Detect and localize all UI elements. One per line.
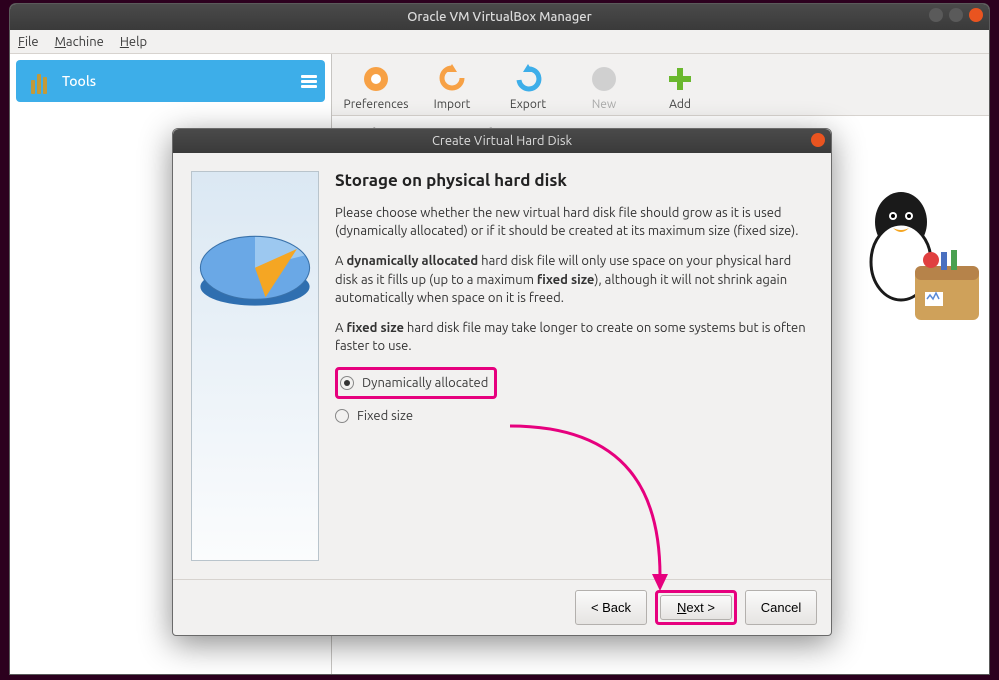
export-button[interactable]: Export <box>492 62 564 111</box>
radio-dot-icon <box>340 376 354 390</box>
toolbar: Preferences Import Export New Add <box>332 54 989 116</box>
dialog-illustration <box>191 171 319 561</box>
import-icon <box>435 62 469 96</box>
maximize-icon[interactable] <box>949 8 963 22</box>
storage-type-radiogroup: Dynamically allocated Fixed size <box>335 367 813 427</box>
minimize-icon[interactable] <box>929 8 943 22</box>
main-titlebar: Oracle VM VirtualBox Manager <box>10 4 989 30</box>
tools-icon <box>26 68 52 94</box>
radio-fixed-size[interactable]: Fixed size <box>335 405 813 427</box>
menubar: File Machine Help <box>10 30 989 54</box>
highlight-dynamic-option: Dynamically allocated <box>335 367 497 399</box>
plus-icon <box>663 62 697 96</box>
dialog-p3: A fixed size hard disk file may take lon… <box>335 319 813 355</box>
radio-dot-icon <box>335 409 349 423</box>
menu-file[interactable]: File <box>18 35 39 49</box>
gear-icon <box>359 62 393 96</box>
dialog-p1: Please choose whether the new virtual ha… <box>335 204 813 240</box>
dialog-body: Storage on physical hard disk Please cho… <box>173 153 831 579</box>
window-controls <box>929 8 983 22</box>
menu-machine[interactable]: Machine <box>55 35 104 49</box>
main-title: Oracle VM VirtualBox Manager <box>407 10 591 24</box>
dialog-close-icon[interactable] <box>811 133 825 147</box>
sidebar-tools[interactable]: Tools <box>16 60 325 102</box>
export-icon <box>511 62 545 96</box>
new-button: New <box>568 62 640 111</box>
list-icon[interactable] <box>301 75 317 88</box>
import-button[interactable]: Import <box>416 62 488 111</box>
create-disk-dialog: Create Virtual Hard Disk Storage on phys… <box>172 128 832 636</box>
dialog-heading: Storage on physical hard disk <box>335 171 813 190</box>
dialog-p2: A dynamically allocated hard disk file w… <box>335 252 813 307</box>
highlight-next-button: Next > <box>655 590 737 625</box>
next-button[interactable]: Next > <box>660 595 732 620</box>
close-icon[interactable] <box>969 8 983 22</box>
radio-dynamically-allocated[interactable]: Dynamically allocated <box>340 372 488 394</box>
add-button[interactable]: Add <box>644 62 716 111</box>
menu-help[interactable]: Help <box>120 35 147 49</box>
new-icon <box>587 62 621 96</box>
tools-label: Tools <box>62 73 96 89</box>
back-button[interactable]: < Back <box>575 590 647 625</box>
tux-illustration <box>849 174 989 344</box>
dialog-titlebar: Create Virtual Hard Disk <box>173 129 831 153</box>
preferences-button[interactable]: Preferences <box>340 62 412 111</box>
dialog-content: Storage on physical hard disk Please cho… <box>335 171 813 561</box>
cancel-button[interactable]: Cancel <box>745 590 817 625</box>
dialog-title: Create Virtual Hard Disk <box>432 134 572 148</box>
dialog-footer: < Back Next > Cancel <box>173 579 831 635</box>
